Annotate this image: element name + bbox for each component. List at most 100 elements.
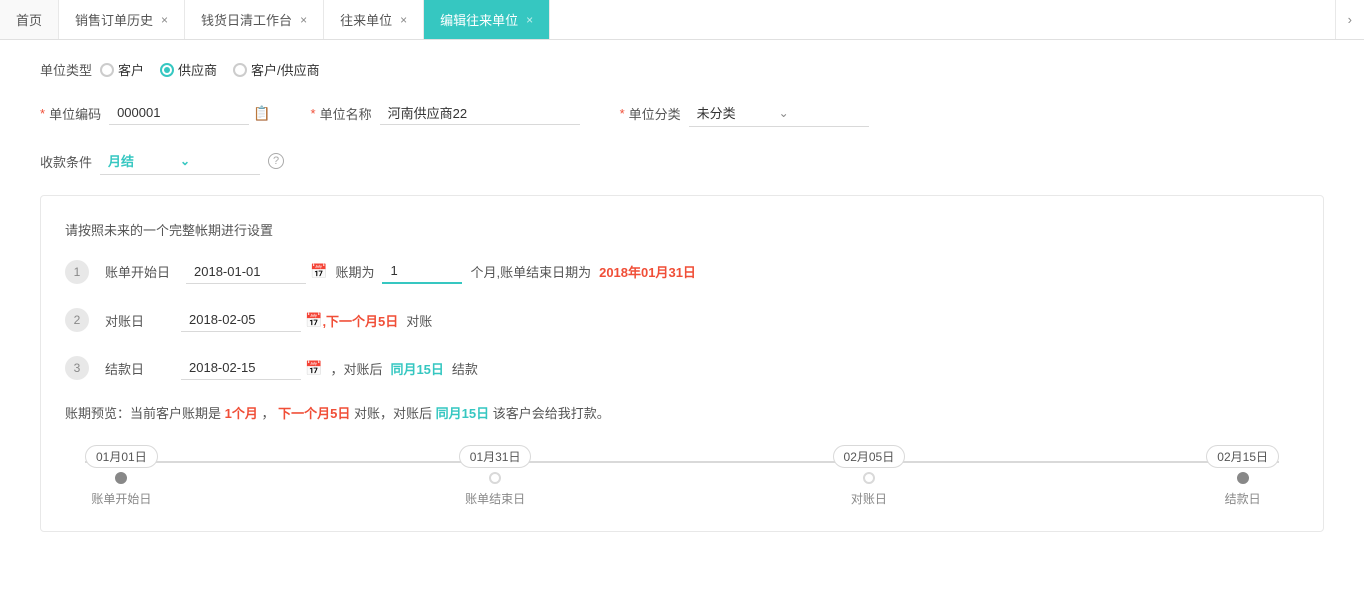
unit-name-field: * 单位名称 [311, 101, 580, 125]
timeline-sublabel-3: 对账日 [851, 490, 887, 507]
tabs-bar: 首页 销售订单历史 × 钱货日清工作台 × 往来单位 × 编辑往来单位 × › [0, 0, 1364, 40]
step-label-1: 账单开始日 [105, 262, 170, 281]
timeline-point-2: 01月31日 账单结束日 [459, 445, 532, 507]
tab-home[interactable]: 首页 [0, 0, 59, 39]
unit-code-field: * 单位编码 📋 [40, 101, 271, 125]
unit-class-label: 单位分类 [629, 104, 681, 123]
tab-close-sales[interactable]: × [161, 13, 168, 27]
timeline-badge-2: 01月31日 [459, 445, 532, 468]
collection-value: 月结 [108, 151, 180, 170]
radio-circle-supplier [160, 63, 174, 77]
calendar-icon-2[interactable]: 📅 [305, 312, 322, 329]
tab-partner-unit[interactable]: 往来单位 × [324, 0, 424, 39]
timeline-sublabel-1: 账单开始日 [91, 490, 151, 507]
tab-cash-work[interactable]: 钱货日清工作台 × [185, 0, 324, 39]
step-date-2[interactable] [181, 308, 301, 332]
timeline-point-3: 02月05日 对账日 [833, 445, 906, 507]
collection-label: 收款条件 [40, 152, 92, 171]
step-3-end: 结款 [452, 359, 478, 378]
step-label-3: 结款日 [105, 359, 165, 378]
step-num-2: 2 [65, 308, 89, 332]
timeline-dot-1 [115, 472, 127, 484]
copy-icon[interactable]: 📋 [253, 105, 270, 122]
step-2-suffix: 对账 [406, 311, 432, 330]
timeline-sublabel-2: 账单结束日 [465, 490, 525, 507]
preview-mid2: 对账，对账后 [354, 406, 432, 421]
timeline-badge-1: 01月01日 [85, 445, 158, 468]
step-row-1: 1 账单开始日 📅 账期为 个月,账单结束日期为 2018年01月31日 [65, 259, 1299, 284]
step-row-3: 3 结款日 📅 ，对账后 同月15日 结款 [65, 356, 1299, 380]
preview-prefix: 账期预览：当前客户账期是 [65, 406, 221, 421]
step-end-date-highlight: 2018年01月31日 [599, 262, 696, 281]
tab-label: 钱货日清工作台 [201, 10, 292, 29]
unit-code-star: * [40, 106, 45, 121]
unit-type-row: 单位类型 客户 供应商 客户/供应商 [40, 60, 1324, 79]
collection-chevron-icon: ⌄ [180, 154, 252, 168]
step-num-3: 3 [65, 356, 89, 380]
tab-close-cash[interactable]: × [300, 13, 307, 27]
timeline: 01月01日 账单开始日 01月31日 账单结束日 02月05日 对账日 [65, 445, 1299, 507]
unit-type-label: 单位类型 [40, 60, 92, 79]
timeline-dot-2 [489, 472, 501, 484]
chevron-down-icon: ⌄ [779, 106, 861, 120]
radio-circle-customer [100, 63, 114, 77]
step-date-3[interactable] [181, 356, 301, 380]
tab-close-partner[interactable]: × [400, 13, 407, 27]
timeline-dot-4 [1237, 472, 1249, 484]
unit-classification-field: * 单位分类 未分类 ⌄ [620, 99, 869, 127]
unit-type-radio-group: 客户 供应商 客户/供应商 [100, 60, 320, 79]
preview-mid1: ， [262, 406, 275, 421]
timeline-badge-3: 02月05日 [833, 445, 906, 468]
timeline-point-1: 01月01日 账单开始日 [85, 445, 158, 507]
step-3-teal: 同月15日 [390, 359, 443, 378]
step-period-value[interactable] [382, 259, 462, 284]
unit-class-value: 未分类 [697, 103, 779, 122]
timeline-dot-3 [863, 472, 875, 484]
calendar-icon-3[interactable]: 📅 [305, 360, 322, 377]
tab-sales-order-history[interactable]: 销售订单历史 × [59, 0, 185, 39]
tab-home-label: 首页 [16, 10, 42, 29]
unit-class-dropdown[interactable]: 未分类 ⌄ [689, 99, 869, 127]
step-period-unit: 个月,账单结束日期为 [470, 262, 591, 281]
tab-label: 销售订单历史 [75, 10, 153, 29]
radio-customer[interactable]: 客户 [100, 60, 144, 79]
radio-circle-both [233, 63, 247, 77]
step-row-2: 2 对账日 📅 ,下一个月5日 对账 [65, 308, 1299, 332]
arrow-icon: › [1348, 12, 1352, 27]
panel-title: 请按照未来的一个完整帐期进行设置 [65, 220, 1299, 239]
radio-supplier-label: 供应商 [178, 60, 217, 79]
tab-close-edit[interactable]: × [526, 13, 533, 27]
timeline-sublabel-4: 结款日 [1225, 490, 1261, 507]
preview-teal: 同月15日 [436, 406, 489, 421]
tab-label: 编辑往来单位 [440, 10, 518, 29]
tab-label: 往来单位 [340, 10, 392, 29]
tab-edit-partner[interactable]: 编辑往来单位 × [424, 0, 550, 39]
tab-more-arrow[interactable]: › [1335, 0, 1364, 39]
radio-both[interactable]: 客户/供应商 [233, 60, 320, 79]
step-3-prefix: ，对账后 [330, 359, 382, 378]
timeline-points: 01月01日 账单开始日 01月31日 账单结束日 02月05日 对账日 [85, 445, 1279, 507]
step-num-1: 1 [65, 260, 89, 284]
unit-class-star: * [620, 106, 625, 121]
unit-name-star: * [311, 106, 316, 121]
radio-supplier[interactable]: 供应商 [160, 60, 217, 79]
main-content: 单位类型 客户 供应商 客户/供应商 * 单位编码 📋 * 单位名称 [0, 40, 1364, 608]
timeline-point-4: 02月15日 结款日 [1206, 445, 1279, 507]
help-icon[interactable]: ? [268, 153, 284, 169]
step-date-1[interactable] [186, 260, 306, 284]
preview-suffix: 该客户会给我打款。 [493, 406, 610, 421]
unit-code-label: 单位编码 [49, 104, 101, 123]
preview-text: 账期预览：当前客户账期是 1个月 ， 下一个月5日 对账，对账后 同月15日 该… [65, 404, 1299, 425]
unit-name-label: 单位名称 [320, 104, 372, 123]
preview-orange1: 1个月 [225, 406, 258, 421]
radio-both-label: 客户/供应商 [251, 60, 320, 79]
calendar-icon-1[interactable]: 📅 [310, 263, 327, 280]
settings-panel: 请按照未来的一个完整帐期进行设置 1 账单开始日 📅 账期为 个月,账单结束日期… [40, 195, 1324, 532]
collection-dropdown[interactable]: 月结 ⌄ [100, 147, 260, 175]
unit-name-input[interactable] [380, 101, 580, 125]
step-period-text: 账期为 [335, 262, 374, 281]
timeline-badge-4: 02月15日 [1206, 445, 1279, 468]
unit-code-input[interactable] [109, 101, 249, 125]
radio-customer-label: 客户 [118, 60, 144, 79]
collection-condition-row: 收款条件 月结 ⌄ ? [40, 147, 1324, 175]
